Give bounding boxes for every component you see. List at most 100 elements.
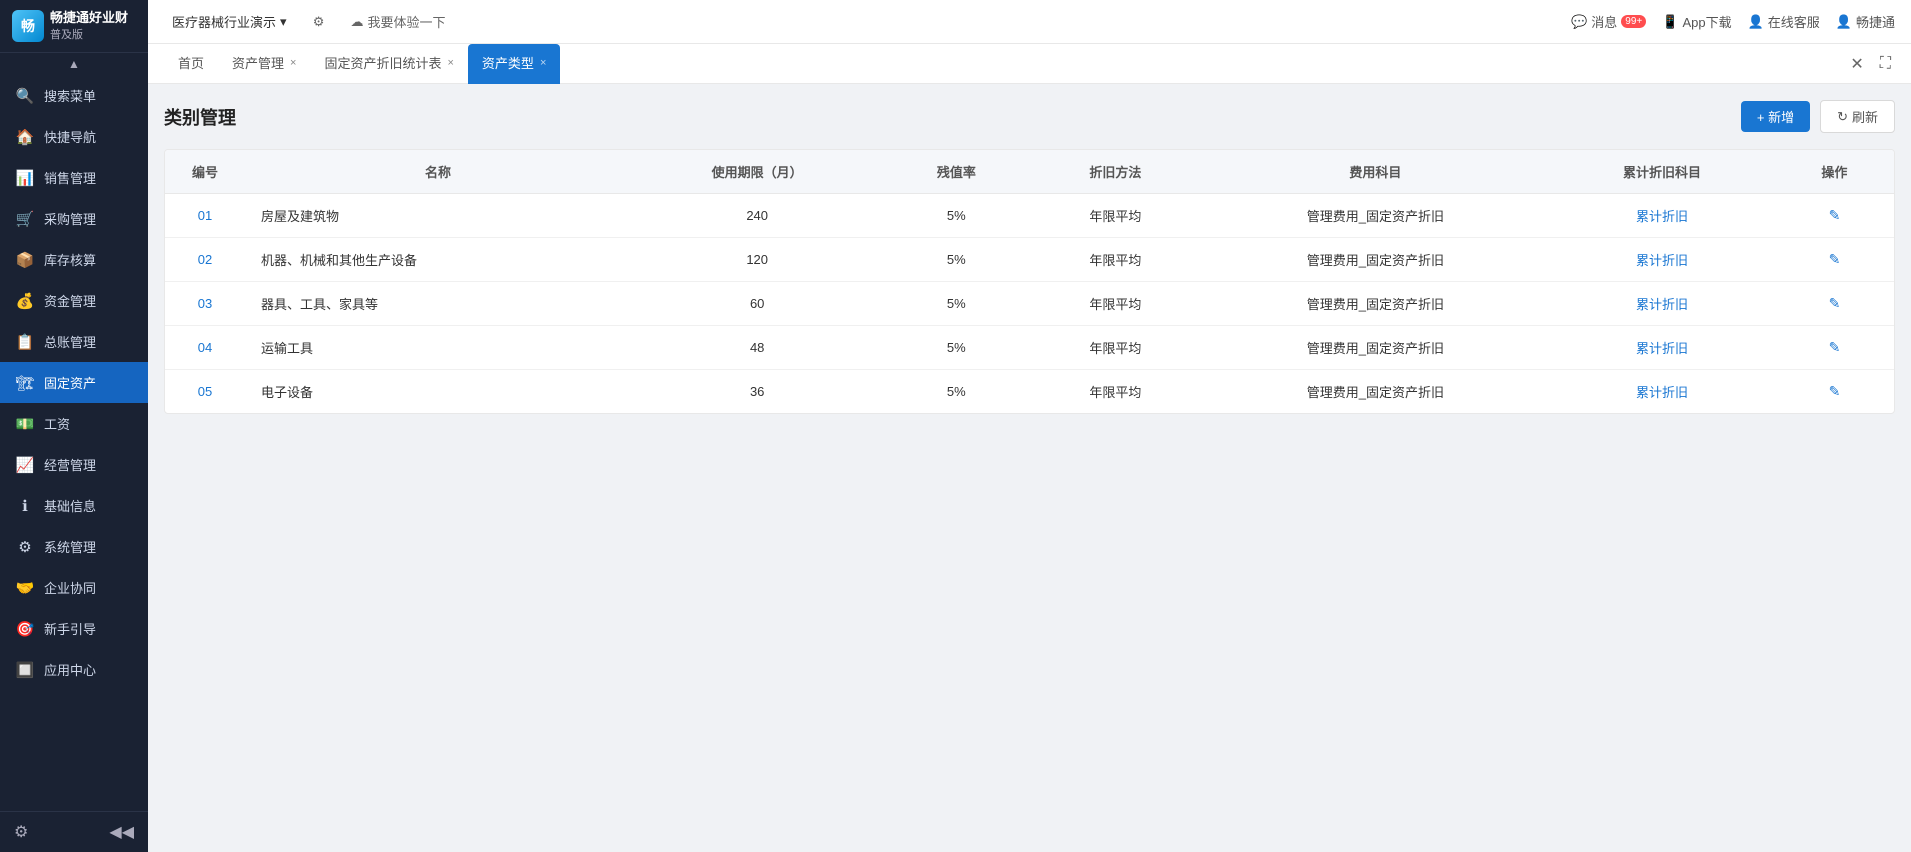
- sidebar-item-operations[interactable]: 📈 经营管理: [0, 444, 148, 485]
- cell-residual-0: 5%: [883, 194, 1029, 238]
- edit-button-4[interactable]: ✎: [1829, 383, 1841, 399]
- header-left: 医疗器械行业演示 ▾ ⚙ ☁ 我要体验一下: [164, 6, 454, 38]
- user-menu[interactable]: 👤 畅捷通: [1836, 12, 1895, 31]
- cell-period-2: 60: [631, 282, 884, 326]
- col-name: 名称: [245, 150, 631, 194]
- notification-label: 消息: [1591, 12, 1617, 31]
- home-icon: 🏠: [16, 128, 34, 146]
- sidebar-label-salary: 工资: [44, 414, 70, 433]
- table-header-row: 编号 名称 使用期限（月） 残值率 折旧方法 费用科目 累计折旧科目 操作: [165, 150, 1894, 194]
- col-expense: 费用科目: [1202, 150, 1549, 194]
- sidebar-item-salary[interactable]: 💵 工资: [0, 403, 148, 444]
- edit-button-0[interactable]: ✎: [1829, 207, 1841, 223]
- sidebar-item-inventory[interactable]: 📦 库存核算: [0, 239, 148, 280]
- sidebar-item-system[interactable]: ⚙ 系统管理: [0, 526, 148, 567]
- cell-action-4[interactable]: ✎: [1775, 370, 1894, 414]
- cell-residual-1: 5%: [883, 238, 1029, 282]
- cell-expense-2: 管理费用_固定资产折旧: [1202, 282, 1549, 326]
- app-center-icon: 🔲: [16, 661, 34, 679]
- info-icon: ℹ: [16, 497, 34, 515]
- logo-icon: 畅: [12, 10, 44, 42]
- table-row: 03 器具、工具、家具等 60 5% 年限平均 管理费用_固定资产折旧 累计折旧…: [165, 282, 1894, 326]
- sidebar-item-purchase[interactable]: 🛒 采购管理: [0, 198, 148, 239]
- cell-id-4: 05: [165, 370, 245, 414]
- page-title: 类别管理: [164, 104, 236, 130]
- close-window-icon[interactable]: ✕: [1846, 50, 1867, 78]
- sidebar-item-finance[interactable]: 💰 资金管理: [0, 280, 148, 321]
- sidebar-label-finance: 资金管理: [44, 291, 96, 310]
- cell-period-1: 120: [631, 238, 884, 282]
- sidebar-item-app-center[interactable]: 🔲 应用中心: [0, 649, 148, 690]
- table-body: 01 房屋及建筑物 240 5% 年限平均 管理费用_固定资产折旧 累计折旧 ✎…: [165, 194, 1894, 414]
- sidebar-label-basic-info: 基础信息: [44, 496, 96, 515]
- tab-home[interactable]: 首页: [164, 44, 218, 84]
- sidebar-label-fixed-assets: 固定资产: [44, 373, 96, 392]
- sidebar-item-general-ledger[interactable]: 📋 总账管理: [0, 321, 148, 362]
- company-settings-button[interactable]: ⚙: [303, 6, 335, 38]
- notification-button[interactable]: 💬 消息 99+: [1571, 12, 1646, 31]
- logo-subtitle: 普及版: [50, 26, 128, 42]
- tab-asset-mgmt[interactable]: 资产管理 ×: [218, 44, 310, 84]
- collapse-sidebar-icon[interactable]: ◀◀: [109, 822, 134, 842]
- page-header: 类别管理 + 新增 ↻ 刷新: [164, 100, 1895, 133]
- customer-service-label: 在线客服: [1768, 12, 1820, 31]
- sidebar-item-fixed-assets[interactable]: 🏗 固定资产: [0, 362, 148, 403]
- tab-depreciation-close[interactable]: ×: [447, 57, 453, 69]
- sidebar-item-collab[interactable]: 🤝 企业协同: [0, 567, 148, 608]
- scroll-up-btn[interactable]: ▲: [0, 53, 148, 75]
- purchase-icon: 🛒: [16, 210, 34, 228]
- edit-button-3[interactable]: ✎: [1829, 339, 1841, 355]
- cell-residual-2: 5%: [883, 282, 1029, 326]
- cell-residual-4: 5%: [883, 370, 1029, 414]
- sidebar-item-sales[interactable]: 📊 销售管理: [0, 157, 148, 198]
- table: 编号 名称 使用期限（月） 残值率 折旧方法 费用科目 累计折旧科目 操作 01…: [165, 150, 1894, 413]
- cloud-icon: ☁: [351, 14, 364, 30]
- edit-button-1[interactable]: ✎: [1829, 251, 1841, 267]
- sidebar-item-quick-nav[interactable]: 🏠 快捷导航: [0, 116, 148, 157]
- sidebar-item-basic-info[interactable]: ℹ 基础信息: [0, 485, 148, 526]
- tab-asset-type-label: 资产类型: [482, 53, 534, 72]
- refresh-icon: ↻: [1837, 109, 1848, 125]
- app-download-button[interactable]: 📱 App下载: [1662, 12, 1731, 31]
- customer-service-button[interactable]: 👤 在线客服: [1748, 12, 1820, 31]
- expand-window-icon[interactable]: ⛶: [1876, 51, 1895, 77]
- tab-asset-mgmt-close[interactable]: ×: [290, 57, 296, 69]
- cell-name-4: 电子设备: [245, 370, 631, 414]
- user-label: 畅捷通: [1856, 12, 1895, 31]
- tab-depreciation-label: 固定资产折旧统计表: [324, 53, 441, 72]
- sidebar-item-guide[interactable]: 🎯 新手引导: [0, 608, 148, 649]
- edit-button-2[interactable]: ✎: [1829, 295, 1841, 311]
- settings-gear-icon[interactable]: ⚙: [14, 822, 28, 842]
- experience-button[interactable]: ☁ 我要体验一下: [343, 8, 454, 35]
- tab-asset-type-close[interactable]: ×: [540, 57, 546, 69]
- col-action: 操作: [1775, 150, 1894, 194]
- cell-action-2[interactable]: ✎: [1775, 282, 1894, 326]
- ledger-icon: 📋: [16, 333, 34, 351]
- cell-id-0: 01: [165, 194, 245, 238]
- cell-method-3: 年限平均: [1029, 326, 1201, 370]
- new-button[interactable]: + 新增: [1741, 101, 1810, 132]
- sidebar-label-inventory: 库存核算: [44, 250, 96, 269]
- col-period: 使用期限（月）: [631, 150, 884, 194]
- refresh-label: 刷新: [1852, 107, 1878, 126]
- sidebar-label-operations: 经营管理: [44, 455, 96, 474]
- tab-depreciation-report[interactable]: 固定资产折旧统计表 ×: [310, 44, 467, 84]
- cell-action-1[interactable]: ✎: [1775, 238, 1894, 282]
- cell-expense-0: 管理费用_固定资产折旧: [1202, 194, 1549, 238]
- sidebar-label-search: 搜索菜单: [44, 86, 96, 105]
- cell-action-3[interactable]: ✎: [1775, 326, 1894, 370]
- refresh-button[interactable]: ↻ 刷新: [1820, 100, 1895, 133]
- sidebar-label-app-center: 应用中心: [44, 660, 96, 679]
- page-content: 类别管理 + 新增 ↻ 刷新 编号 名称 使用期限（月） 残值率 折旧方法: [148, 84, 1911, 852]
- system-icon: ⚙: [16, 538, 34, 556]
- inventory-icon: 📦: [16, 251, 34, 269]
- operations-icon: 📈: [16, 456, 34, 474]
- sidebar-label-guide: 新手引导: [44, 619, 96, 638]
- cell-action-0[interactable]: ✎: [1775, 194, 1894, 238]
- tab-asset-type[interactable]: 资产类型 ×: [468, 44, 560, 84]
- company-selector[interactable]: 医疗器械行业演示 ▾: [164, 8, 295, 35]
- col-method: 折旧方法: [1029, 150, 1201, 194]
- sidebar: 畅 畅捷通好业财 普及版 ▲ 🔍 搜索菜单 🏠 快捷导航 📊 销售管理 🛒 采购…: [0, 0, 148, 852]
- sidebar-item-search[interactable]: 🔍 搜索菜单: [0, 75, 148, 116]
- sidebar-label-collab: 企业协同: [44, 578, 96, 597]
